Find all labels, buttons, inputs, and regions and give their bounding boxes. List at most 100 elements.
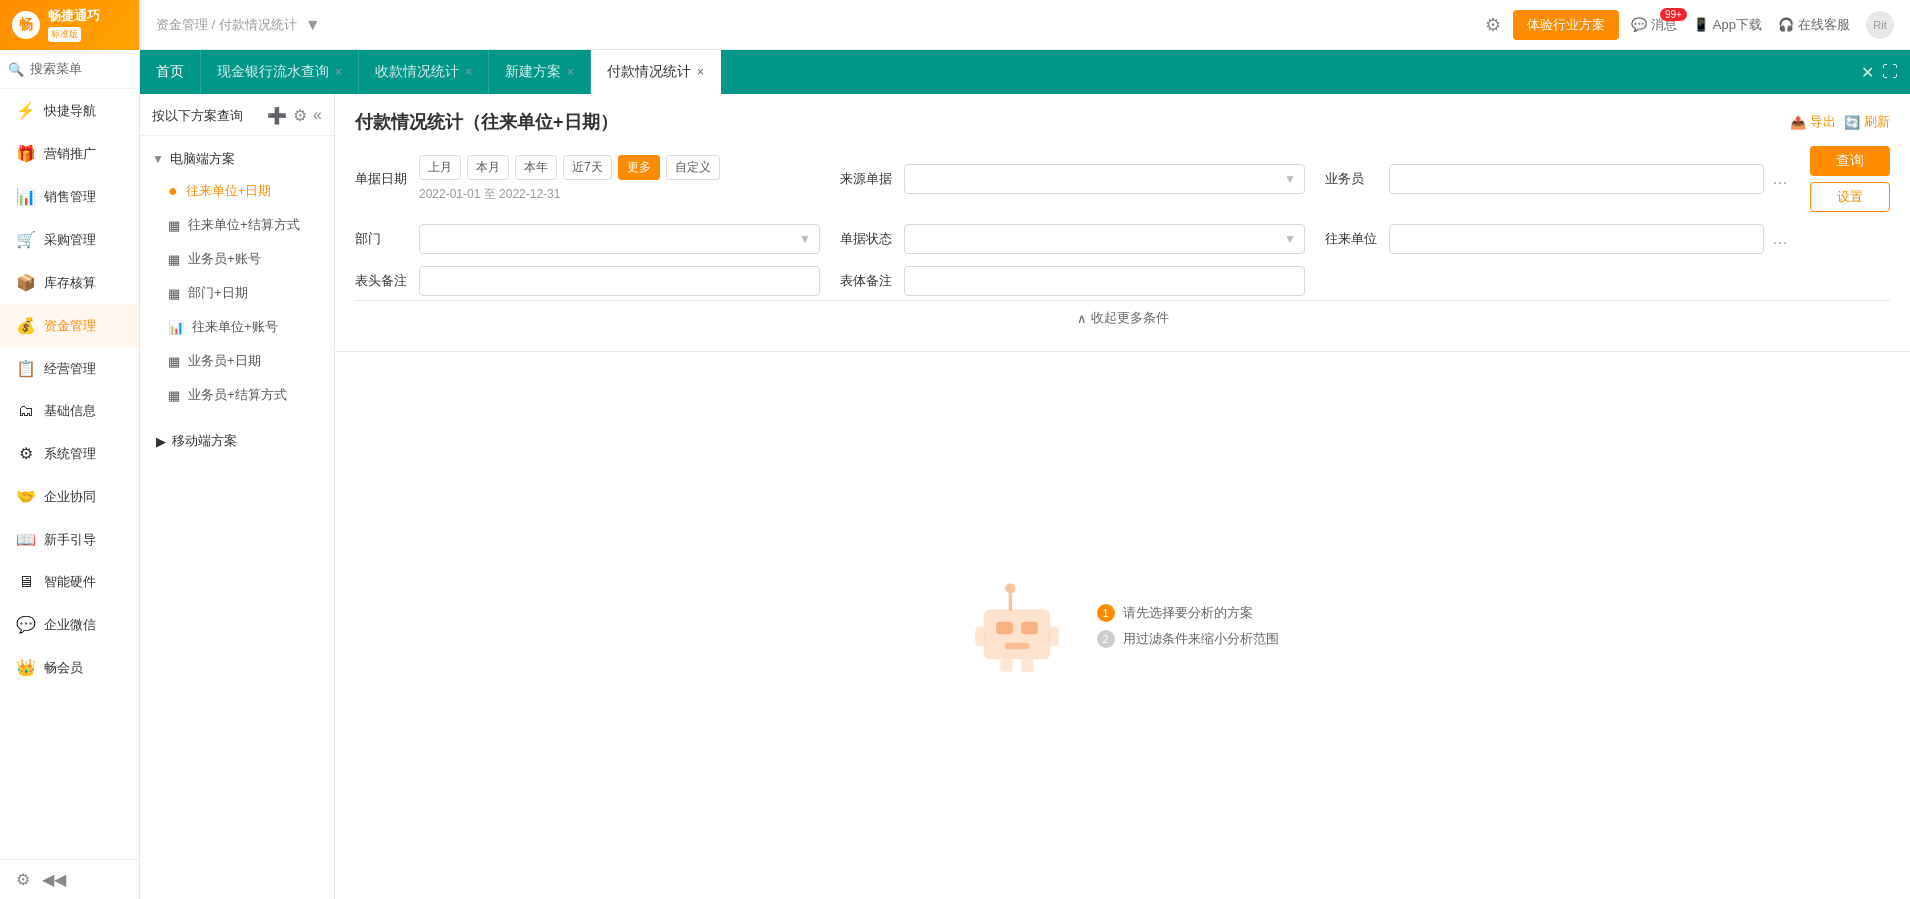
- search-menu[interactable]: 🔍 搜索菜单: [0, 50, 139, 89]
- sidebar-item-label: 库存核算: [44, 274, 96, 292]
- partner-dots[interactable]: …: [1772, 230, 1790, 248]
- scheme-item-client-settle[interactable]: ▦ 往来单位+结算方式: [140, 208, 334, 242]
- scheme-item-label: 往来单位+结算方式: [188, 216, 300, 234]
- user-avatar[interactable]: Rit: [1866, 11, 1894, 39]
- staff-label: 业务员: [1325, 170, 1381, 188]
- scheme-item-dept-date[interactable]: ▦ 部门+日期: [140, 276, 334, 310]
- empty-tips: 1 请先选择要分析的方案 2 用过滤条件来缩小分析范围: [1097, 604, 1279, 648]
- refresh-btn[interactable]: 🔄 刷新: [1844, 113, 1890, 131]
- date-more-btn[interactable]: 更多: [618, 155, 660, 180]
- messages-btn[interactable]: 💬 消息 99+: [1631, 16, 1677, 34]
- svg-rect-4: [975, 626, 985, 647]
- sidebar-item-label: 营销推广: [44, 145, 96, 163]
- sidebar-item-marketing[interactable]: 🎁 营销推广: [0, 132, 139, 175]
- add-scheme-icon[interactable]: ➕: [267, 106, 287, 125]
- sidebar-item-guide[interactable]: 📖 新手引导: [0, 518, 139, 561]
- scheme-item-staff-settle[interactable]: ▦ 业务员+结算方式: [140, 378, 334, 412]
- query-btn[interactable]: 查询: [1810, 146, 1890, 176]
- tab-expand-icon[interactable]: ⛶: [1882, 63, 1898, 81]
- collapse-panel-icon[interactable]: «: [313, 106, 322, 125]
- partner-label: 往来单位: [1325, 230, 1381, 248]
- app-icon: 📱: [1693, 17, 1709, 32]
- tip-text-2: 用过滤条件来缩小分析范围: [1123, 630, 1279, 648]
- sidebar-item-member[interactable]: 👑 畅会员: [0, 646, 139, 689]
- tab-new-scheme-close[interactable]: ×: [567, 65, 574, 79]
- scheme-settings-icon[interactable]: ⚙: [293, 106, 307, 125]
- staff-input[interactable]: [1389, 164, 1764, 194]
- mobile-section-header[interactable]: ▶ 移动端方案: [140, 426, 334, 456]
- date-last-month-btn[interactable]: 上月: [419, 155, 461, 180]
- mobile-arrow-icon: ▶: [156, 434, 166, 449]
- filter-status-item: 单据状态 ▼: [840, 224, 1305, 254]
- date-this-month-btn[interactable]: 本月: [467, 155, 509, 180]
- sidebar-item-enterprise[interactable]: 🤝 企业协同: [0, 475, 139, 518]
- scheme-item-staff-account[interactable]: ▦ 业务员+账号: [140, 242, 334, 276]
- scheme-item-client-date[interactable]: ● 往来单位+日期: [140, 174, 334, 208]
- header-gear-icon[interactable]: ⚙: [1485, 14, 1501, 36]
- tab-new-scheme[interactable]: 新建方案 ×: [489, 50, 591, 94]
- tab-home[interactable]: 首页: [140, 50, 201, 94]
- content-area: 按以下方案查询 ➕ ⚙ « ▼ 电脑端方案 ● 往来单位+日期 ▦: [140, 94, 1910, 899]
- logo-text: 畅捷通巧: [48, 8, 100, 24]
- messages-badge: 99+: [1660, 8, 1687, 21]
- sidebar-item-inventory[interactable]: 📦 库存核算: [0, 261, 139, 304]
- sidebar-item-operations[interactable]: 📋 经营管理: [0, 347, 139, 390]
- sidebar-item-finance[interactable]: 💰 资金管理: [0, 304, 139, 347]
- filter-row-3: 表头备注 表体备注: [355, 266, 1890, 296]
- scheme-item-label: 业务员+账号: [188, 250, 261, 268]
- partner-input[interactable]: [1389, 224, 1764, 254]
- sidebar-item-wechat[interactable]: 💬 企业微信: [0, 603, 139, 646]
- sidebar-item-basic[interactable]: 🗂 基础信息: [0, 390, 139, 432]
- left-panel-icons: ➕ ⚙ «: [267, 106, 322, 125]
- desktop-section-header[interactable]: ▼ 电脑端方案: [140, 144, 334, 174]
- filter-body-note-item: 表体备注: [840, 266, 1305, 296]
- body-note-input[interactable]: [904, 266, 1305, 296]
- tab-bank-flow-close[interactable]: ×: [335, 65, 342, 79]
- collapse-arrow-icon: ∧: [1077, 311, 1087, 326]
- footer-collapse-icon[interactable]: ◀◀: [42, 870, 66, 889]
- sidebar-item-hardware[interactable]: 🖥 智能硬件: [0, 561, 139, 603]
- scheme-icon: ▦: [168, 388, 180, 403]
- header-note-input[interactable]: [419, 266, 820, 296]
- scheme-item-staff-date[interactable]: ▦ 业务员+日期: [140, 344, 334, 378]
- dept-select-arrow: ▼: [799, 232, 811, 246]
- sidebar-item-label: 新手引导: [44, 531, 96, 549]
- industry-btn[interactable]: 体验行业方案: [1513, 10, 1619, 40]
- status-select[interactable]: ▼: [904, 224, 1305, 254]
- export-btn[interactable]: 📤 导出: [1790, 113, 1836, 131]
- wechat-icon: 💬: [16, 615, 36, 634]
- sidebar-item-sales[interactable]: 📊 销售管理: [0, 175, 139, 218]
- tab-receipt-stats-label: 收款情况统计: [375, 63, 459, 81]
- collapse-conditions-btn[interactable]: ∧ 收起更多条件: [355, 300, 1890, 335]
- svg-rect-5: [1048, 626, 1058, 647]
- tab-payment-stats-close[interactable]: ×: [697, 65, 704, 79]
- tab-close-all-icon[interactable]: ✕: [1861, 63, 1874, 82]
- date-custom-btn[interactable]: 自定义: [666, 155, 720, 180]
- online-service-btn[interactable]: 🎧 在线客服: [1778, 16, 1850, 34]
- sidebar-item-quick-nav[interactable]: ⚡ 快捷导航: [0, 89, 139, 132]
- scheme-icon: 📊: [168, 320, 184, 335]
- tab-bank-flow[interactable]: 现金银行流水查询 ×: [201, 50, 359, 94]
- tab-bank-flow-label: 现金银行流水查询: [217, 63, 329, 81]
- settings-btn[interactable]: 设置: [1810, 182, 1890, 212]
- breadcrumb-dropdown[interactable]: ▼: [305, 16, 321, 34]
- staff-dots[interactable]: …: [1772, 170, 1790, 188]
- filter-header-note-item: 表头备注: [355, 266, 820, 296]
- tip-num-1: 1: [1097, 604, 1115, 622]
- scheme-item-client-account[interactable]: 📊 往来单位+账号: [140, 310, 334, 344]
- dept-select[interactable]: ▼: [419, 224, 820, 254]
- footer-gear-icon[interactable]: ⚙: [16, 870, 30, 889]
- sidebar-item-purchase[interactable]: 🛒 采购管理: [0, 218, 139, 261]
- date-7days-btn[interactable]: 近7天: [563, 155, 612, 180]
- member-icon: 👑: [16, 658, 36, 677]
- filter-row-1: 单据日期 上月 本月 本年 近7天 更多 自定义 20: [355, 146, 1890, 212]
- date-this-year-btn[interactable]: 本年: [515, 155, 557, 180]
- tab-payment-stats[interactable]: 付款情况统计 ×: [591, 50, 721, 94]
- source-select[interactable]: ▼: [904, 164, 1305, 194]
- tab-receipt-stats-close[interactable]: ×: [465, 65, 472, 79]
- sidebar-item-system[interactable]: ⚙ 系统管理: [0, 432, 139, 475]
- app-download-btn[interactable]: 📱 App下载: [1693, 16, 1762, 34]
- tab-receipt-stats[interactable]: 收款情况统计 ×: [359, 50, 489, 94]
- export-icon: 📤: [1790, 115, 1806, 130]
- date-label: 单据日期: [355, 170, 411, 188]
